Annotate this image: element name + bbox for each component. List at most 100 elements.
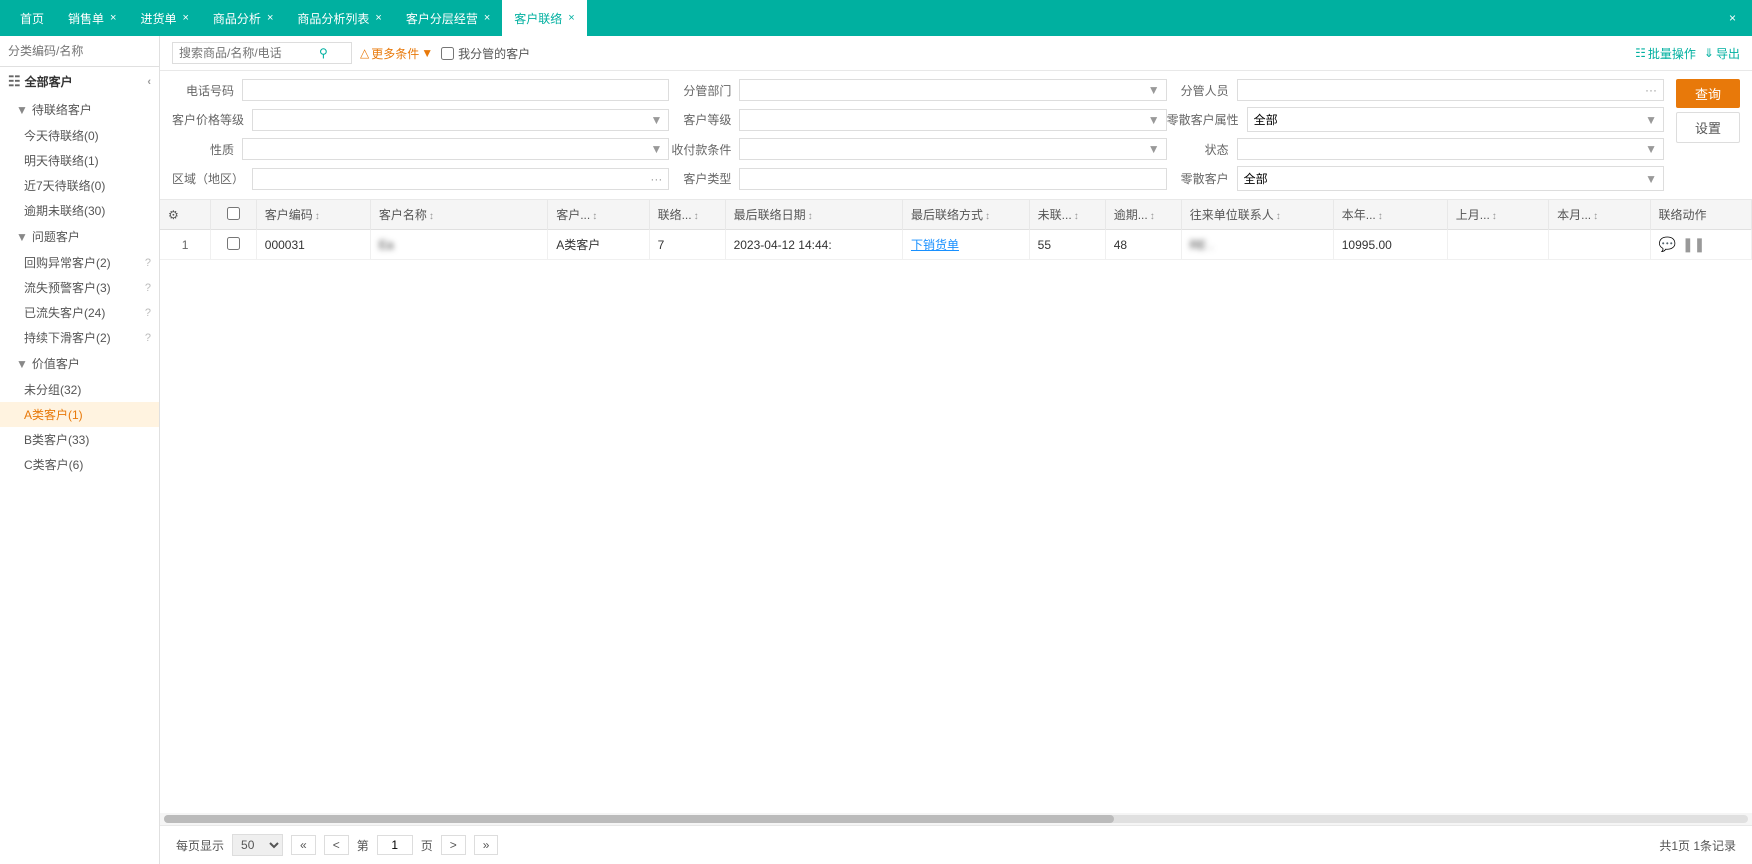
payment-select[interactable]: ▼ bbox=[739, 138, 1166, 160]
my-customers-check-input[interactable] bbox=[441, 47, 454, 60]
sidebar-search-input[interactable] bbox=[8, 44, 160, 58]
help-icon[interactable]: ? bbox=[145, 307, 151, 319]
code-sort-icon[interactable]: ↕ bbox=[315, 211, 320, 222]
nav-tab-客户分层经营[interactable]: 客户分层经营 × bbox=[394, 0, 502, 36]
filter-more-conditions-btn[interactable]: △ 更多条件 ▼ bbox=[360, 45, 433, 62]
status-select[interactable]: ▼ bbox=[1237, 138, 1664, 160]
type-sort-icon[interactable]: ↕ bbox=[592, 211, 597, 222]
sidebar-item-1-0[interactable]: 回购异常客户(2)? bbox=[0, 250, 159, 275]
customer-type-input[interactable] bbox=[739, 168, 1166, 190]
sidebar-group-0[interactable]: ▼待联络客户 bbox=[0, 96, 159, 123]
dept-select[interactable]: ▼ bbox=[739, 79, 1166, 101]
nav-tab-商品分析[interactable]: 商品分析 × bbox=[201, 0, 285, 36]
last-month-sort-icon[interactable]: ↕ bbox=[1492, 211, 1497, 222]
contact-sort-icon[interactable]: ↕ bbox=[694, 211, 699, 222]
sidebar-item-0-1[interactable]: 明天待联络(1) bbox=[0, 148, 159, 173]
nature-select[interactable]: ▼ bbox=[242, 138, 669, 160]
nav-tab-商品分析列表[interactable]: 商品分析列表 × bbox=[285, 0, 393, 36]
sidebar-item-0-0[interactable]: 今天待联络(0) bbox=[0, 123, 159, 148]
help-icon[interactable]: ? bbox=[145, 282, 151, 294]
sidebar-item-1-3[interactable]: 持续下滑客户(2)? bbox=[0, 325, 159, 350]
prev-page-btn[interactable]: < bbox=[324, 835, 349, 855]
person-label: 分管人员 bbox=[1167, 82, 1237, 99]
query-button[interactable]: 查询 bbox=[1676, 79, 1740, 108]
sidebar-item-2-3[interactable]: C类客户(6) bbox=[0, 452, 159, 477]
window-close-button[interactable]: × bbox=[1721, 9, 1744, 27]
last-method-link[interactable]: 下销货单 bbox=[911, 238, 959, 252]
person-select[interactable]: ··· bbox=[1237, 79, 1664, 101]
th-unit-contact: 往来单位联系人↕ bbox=[1181, 200, 1333, 230]
select-all-checkbox[interactable] bbox=[227, 207, 240, 220]
help-icon[interactable]: ? bbox=[145, 332, 151, 344]
filter-search-icon[interactable]: ⚲ bbox=[319, 46, 328, 60]
sidebar-group-2[interactable]: ▼价值客户 bbox=[0, 350, 159, 377]
nav-tab-客户联络[interactable]: 客户联络 × bbox=[502, 0, 586, 36]
sidebar-item-2-1[interactable]: A类客户(1) bbox=[0, 402, 159, 427]
export-btn[interactable]: ⇓ 导出 bbox=[1704, 45, 1740, 62]
th-name: 客户名称↕ bbox=[370, 200, 547, 230]
page-input[interactable] bbox=[377, 835, 413, 855]
tab-close-客户联络[interactable]: × bbox=[568, 12, 574, 24]
sidebar-item-2-2[interactable]: B类客户(33) bbox=[0, 427, 159, 452]
tab-close-客户分层经营[interactable]: × bbox=[484, 12, 490, 24]
region-label: 区域（地区） bbox=[172, 170, 252, 187]
last-date-sort-icon[interactable]: ↕ bbox=[808, 211, 813, 222]
customer-level-select[interactable]: ▼ bbox=[739, 109, 1166, 131]
sidebar-item-1-1[interactable]: 流失预警客户(3)? bbox=[0, 275, 159, 300]
overdue-sort-icon[interactable]: ↕ bbox=[1150, 211, 1155, 222]
filter-field-dept: 分管部门 ▼ bbox=[669, 79, 1166, 101]
sidebar-group-1[interactable]: ▼问题客户 bbox=[0, 223, 159, 250]
tab-close-销售单[interactable]: × bbox=[110, 12, 116, 24]
next-page-btn[interactable]: > bbox=[441, 835, 466, 855]
filter-field-status: 状态 ▼ bbox=[1167, 138, 1664, 160]
cell-action-0: 💬 ❚❚ bbox=[1650, 230, 1752, 260]
last-page-btn[interactable]: » bbox=[474, 835, 499, 855]
uncontact-sort-icon[interactable]: ↕ bbox=[1074, 211, 1079, 222]
cell-index-0: 1 bbox=[160, 230, 211, 260]
cell-check-0[interactable] bbox=[211, 230, 257, 260]
total-info: 共1页 1条记录 bbox=[1659, 837, 1736, 854]
action-icons-0: 💬 ❚❚ bbox=[1659, 236, 1744, 253]
first-page-btn[interactable]: « bbox=[291, 835, 316, 855]
tab-close-进货单[interactable]: × bbox=[182, 12, 188, 24]
price-level-select[interactable]: ▼ bbox=[252, 109, 669, 131]
th-code: 客户编码↕ bbox=[256, 200, 370, 230]
nav-tab-销售单[interactable]: 销售单 × bbox=[56, 0, 128, 36]
message-icon-0[interactable]: 💬 bbox=[1659, 236, 1676, 253]
this-month-sort-icon[interactable]: ↕ bbox=[1593, 211, 1598, 222]
settings-button[interactable]: 设置 bbox=[1676, 112, 1740, 143]
retail-attr-select[interactable]: 全部 ▼ bbox=[1247, 107, 1664, 132]
qrcode-icon-0[interactable]: ❚❚ bbox=[1682, 236, 1705, 253]
all-customers-header[interactable]: ☷ 全部客户 ‹ bbox=[0, 67, 159, 96]
cell-uncontact-0: 55 bbox=[1029, 230, 1105, 260]
last-method-sort-icon[interactable]: ↕ bbox=[985, 211, 990, 222]
sidebar-item-0-2[interactable]: 近7天待联络(0) bbox=[0, 173, 159, 198]
cell-last-method-0[interactable]: 下销货单 bbox=[902, 230, 1029, 260]
home-tab[interactable]: 首页 bbox=[8, 0, 56, 36]
unit-contact-sort-icon[interactable]: ↕ bbox=[1276, 211, 1281, 222]
tab-close-商品分析[interactable]: × bbox=[267, 12, 273, 24]
tab-close-商品分析列表[interactable]: × bbox=[375, 12, 381, 24]
this-year-sort-icon[interactable]: ↕ bbox=[1378, 211, 1383, 222]
my-customers-checkbox[interactable]: 我分管的客户 bbox=[441, 45, 530, 62]
th-last-date: 最后联络日期↕ bbox=[725, 200, 902, 230]
region-select[interactable]: ··· bbox=[252, 168, 669, 190]
scrollbar-thumb[interactable] bbox=[164, 815, 1114, 823]
sidebar-item-0-3[interactable]: 逾期未联络(30) bbox=[0, 198, 159, 223]
filter-field-payment: 收付款条件 ▼ bbox=[669, 138, 1166, 160]
help-icon[interactable]: ? bbox=[145, 257, 151, 269]
phone-input[interactable] bbox=[242, 79, 669, 101]
filter-field-person: 分管人员 ··· bbox=[1167, 79, 1664, 101]
horizontal-scrollbar[interactable] bbox=[160, 813, 1752, 825]
filter-search-input[interactable] bbox=[179, 46, 319, 60]
sidebar-item-1-2[interactable]: 已流失客户(24)? bbox=[0, 300, 159, 325]
row-checkbox-0[interactable] bbox=[227, 237, 240, 250]
batch-op-btn[interactable]: ☷ 批量操作 bbox=[1635, 45, 1696, 62]
retail-customer-select[interactable]: 全部 ▼ bbox=[1237, 166, 1664, 191]
gear-icon[interactable]: ⚙ bbox=[168, 208, 179, 222]
person-more-icon: ··· bbox=[1645, 83, 1657, 97]
page-size-select[interactable]: 50 10 20 100 bbox=[232, 834, 283, 856]
sidebar-item-2-0[interactable]: 未分组(32) bbox=[0, 377, 159, 402]
name-sort-icon[interactable]: ↕ bbox=[429, 211, 434, 222]
nav-tab-进货单[interactable]: 进货单 × bbox=[128, 0, 200, 36]
